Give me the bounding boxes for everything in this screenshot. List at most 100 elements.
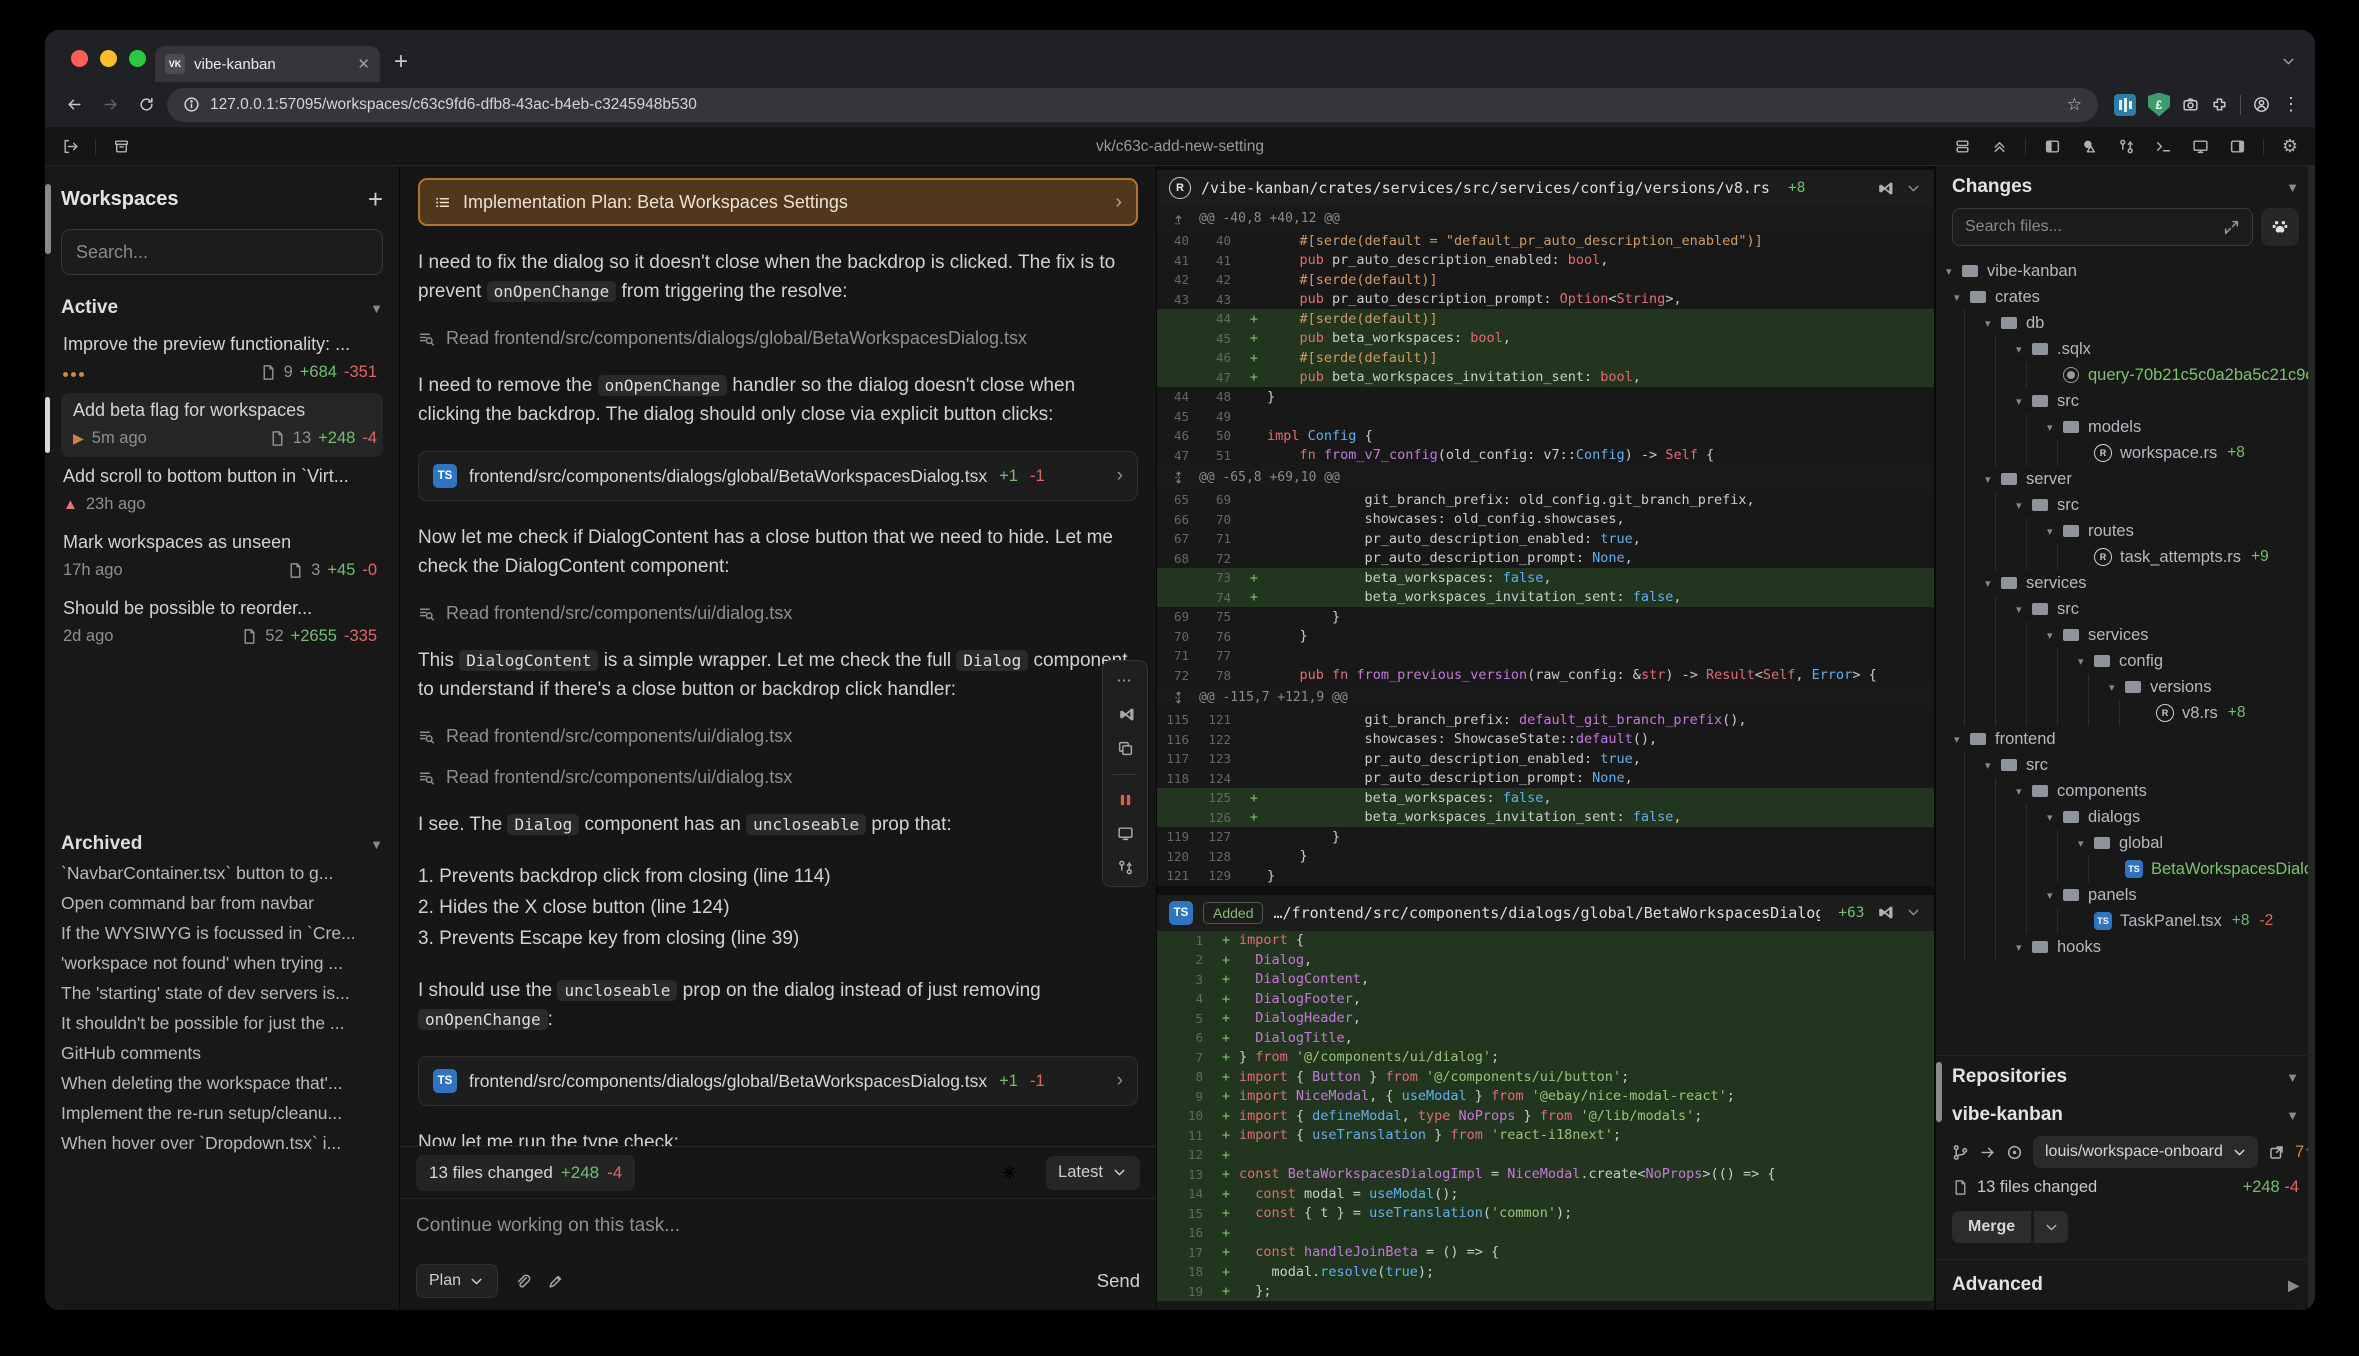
tree-chevron-icon[interactable]: ▾ [1985,577,2001,590]
panel-left-icon[interactable] [2041,136,2063,158]
conversation-scroll[interactable]: Implementation Plan: Beta Workspaces Set… [400,166,1156,1146]
advanced-section[interactable]: Advanced ▶ [1936,1259,2315,1310]
preview-monitor-icon[interactable] [1117,825,1134,842]
repositories-scrollbar[interactable] [1936,1062,1942,1122]
tree-chevron-icon[interactable]: ▾ [2047,525,2063,538]
collapse-all-icon[interactable] [1988,136,2010,158]
tool-call-row[interactable]: Read frontend/src/components/ui/dialog.t… [418,726,1138,747]
tree-row[interactable]: ▾ global [1946,830,2315,856]
camera-extension-icon[interactable] [2182,96,2199,113]
browser-menu-icon[interactable]: ⋮ [2282,94,2301,115]
tree-row[interactable]: TSBetaWorkspacesDialog.tsx+63 [1946,856,2315,882]
tree-chevron-icon[interactable]: ▾ [2109,681,2125,694]
tree-chevron-icon[interactable]: ▾ [1985,317,2001,330]
expand-search-icon[interactable] [2223,219,2240,236]
repositories-collapse-icon[interactable]: ▼ [2286,1070,2299,1085]
workspace-item[interactable]: Mark workspaces as unseen 17h ago 3 +45 -0 [61,525,383,589]
tree-row[interactable]: Rv8.rs +8 [1946,700,2315,726]
panel-right-icon[interactable] [2226,136,2248,158]
workspace-item[interactable]: Add scroll to bottom button in `Virt... ▲… [61,459,383,523]
extension-b-icon[interactable] [2114,93,2136,116]
vscode-icon[interactable] [1117,706,1134,723]
tree-row[interactable]: ▾ config [1946,648,2315,674]
tree-row[interactable]: Rworkspace.rs +8 [1946,440,2315,466]
tab-search-icon[interactable] [2280,53,2297,70]
diff-file-header[interactable]: R /vibe-kanban/crates/services/src/servi… [1157,170,1934,206]
tree-row[interactable]: ▾ src [1946,388,2315,414]
bookmark-star-icon[interactable]: ☆ [2067,95,2082,115]
tool-call-row[interactable]: Read frontend/src/components/ui/dialog.t… [418,603,1138,624]
latest-dropdown[interactable]: Latest [1046,1155,1140,1190]
tree-chevron-icon[interactable]: ▾ [2078,655,2094,668]
merge-options-dropdown[interactable] [2034,1211,2069,1243]
tab-close-icon[interactable]: ✕ [357,55,370,73]
minimize-window-button[interactable] [100,50,117,67]
files-changed-badge[interactable]: 13 files changed +248 -4 [416,1154,636,1191]
tree-chevron-icon[interactable]: ▾ [2047,811,2063,824]
archived-collapse-icon[interactable]: ▼ [370,837,383,852]
hunk-header[interactable]: @@ -40,8 +40,12 @@ [1157,206,1934,231]
tree-chevron-icon[interactable]: ▾ [2047,889,2063,902]
edited-file-card[interactable]: TS frontend/src/components/dialogs/global… [418,451,1138,501]
branch-dropdown[interactable]: louis/workspace-onboarding [2033,1136,2258,1168]
archived-workspace-item[interactable]: Implement the re-run setup/cleanu... [61,1103,383,1124]
archived-workspace-item[interactable]: When deleting the workspace that'... [61,1073,383,1094]
collapse-diff-icon[interactable] [1905,180,1922,197]
tree-chevron-icon[interactable]: ▾ [2016,941,2032,954]
maximize-window-button[interactable] [129,50,146,67]
terminal-icon[interactable] [2152,136,2174,158]
tree-row[interactable]: ▾ crates [1946,284,2315,310]
address-bar[interactable]: 127.0.0.1:57095/workspaces/c63c9fd6-dfb8… [167,87,2098,122]
monitor-icon[interactable] [2189,136,2211,158]
tree-row[interactable]: ▾ versions [1946,674,2315,700]
active-collapse-icon[interactable]: ▼ [370,301,383,316]
theme-shapes-icon[interactable] [2078,136,2100,158]
workspace-item[interactable]: Should be possible to reorder... 2d ago 52… [61,591,383,655]
collapse-diff-icon[interactable] [1905,904,1922,921]
diff-git-icon[interactable] [1117,859,1134,876]
tree-row[interactable]: Rtask_attempts.rs +9 [1946,544,2315,570]
diff-file-header[interactable]: TS Added …/frontend/src/components/dialo… [1157,894,1934,931]
tree-row[interactable]: ▾ vibe-kanban [1946,258,2315,284]
workspace-item[interactable]: Add beta flag for workspaces ▶ 5m ago 13 +24… [45,393,383,457]
tree-row[interactable]: ▾ models [1946,414,2315,440]
paw-filter-button[interactable] [2261,208,2299,246]
tool-call-row[interactable]: Read frontend/src/components/ui/dialog.t… [418,767,1138,788]
rows-layout-icon[interactable] [1951,136,1973,158]
tree-row[interactable]: ▾ services [1946,570,2315,596]
new-tab-button[interactable]: + [394,48,408,76]
hunk-header[interactable]: @@ -115,7 +121,9 @@ [1157,685,1934,710]
tree-row[interactable]: ▾ hooks [1946,934,2315,960]
tree-chevron-icon[interactable]: ▾ [1985,759,2001,772]
search-files-input[interactable]: Search files... [1952,208,2253,246]
tree-row[interactable]: ▾ components [1946,778,2315,804]
tree-row[interactable]: ▾ services [1946,622,2315,648]
merge-button[interactable]: Merge [1952,1211,2032,1243]
tree-row[interactable]: ▾ dialogs [1946,804,2315,830]
open-in-vscode-icon[interactable] [1875,902,1896,924]
archive-icon[interactable] [110,136,132,158]
hunk-header[interactable]: @@ -65,8 +69,10 @@ [1157,465,1934,490]
open-in-vscode-icon[interactable] [1873,177,1895,199]
task-message-input[interactable]: Continue working on this task... [400,1198,1156,1252]
settings-gear-icon[interactable]: ⚙ [2279,136,2301,158]
tree-chevron-icon[interactable]: ▾ [1954,291,1970,304]
tree-row[interactable]: TS TaskPanel.tsx +8 -2 [1946,908,2315,934]
workspace-item[interactable]: Improve the preview functionality: ... 9 +… [61,327,383,391]
archived-workspace-item[interactable]: GitHub comments [61,1043,383,1064]
external-link-icon[interactable] [2268,1144,2285,1161]
archived-workspace-item[interactable]: Open command bar from navbar [61,893,383,914]
tree-chevron-icon[interactable]: ▾ [2016,499,2032,512]
git-branch-icon[interactable] [1952,1144,1969,1161]
archived-workspace-item[interactable]: If the WYSIWYG is focussed in `Cre... [61,923,383,944]
copy-icon[interactable] [1117,740,1134,757]
sidebar-scrollbar[interactable] [45,184,51,254]
tree-row[interactable]: ▾ db [1946,310,2315,336]
expand-hunk-icon[interactable] [1157,691,1199,704]
implementation-plan-banner[interactable]: Implementation Plan: Beta Workspaces Set… [418,178,1138,226]
mode-dropdown[interactable]: Plan [416,1264,499,1298]
profile-avatar-icon[interactable] [2253,96,2270,113]
archived-workspace-item[interactable]: 'workspace not found' when trying ... [61,953,383,974]
changes-scrollbar[interactable] [2308,166,2315,1310]
tree-row[interactable]: ▾ src [1946,596,2315,622]
